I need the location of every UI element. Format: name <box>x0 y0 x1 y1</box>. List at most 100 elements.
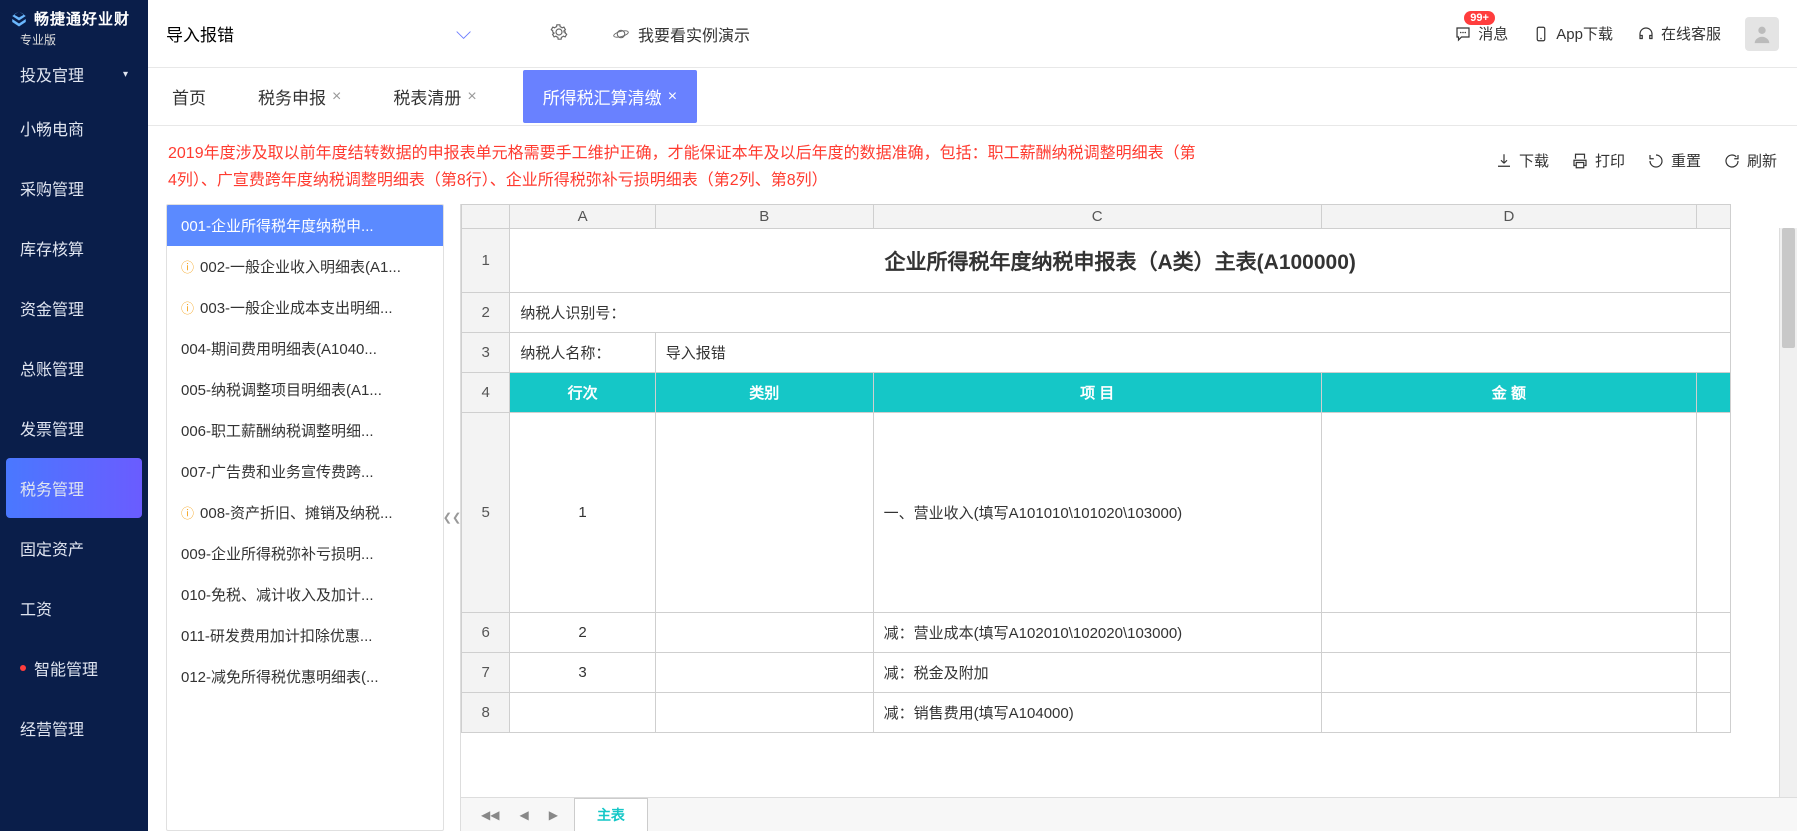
sidebar-item[interactable]: 发票管理 <box>0 398 148 458</box>
cell[interactable] <box>1697 373 1731 413</box>
sheet-nav-prev[interactable]: ◀ <box>509 804 538 826</box>
cell[interactable]: 行次 <box>510 373 655 413</box>
form-list-item[interactable]: 004-期间费用明细表(A1040... <box>167 328 443 369</box>
refresh-button[interactable]: 刷新 <box>1723 150 1777 171</box>
col-header[interactable]: B <box>655 205 873 229</box>
cell[interactable] <box>655 693 873 733</box>
form-list-item[interactable]: 009-企业所得税弥补亏损明... <box>167 533 443 574</box>
sidebar-item[interactable]: 工资 <box>0 578 148 638</box>
form-list-item[interactable]: 007-广告费和业务宣传费跨... <box>167 451 443 492</box>
search-dropdown-icon[interactable]: ⌵ <box>456 22 471 45</box>
row-header[interactable]: 8 <box>462 693 510 733</box>
download-button[interactable]: 下载 <box>1495 150 1549 171</box>
table-row: 3 纳税人名称： 导入报错 <box>462 333 1731 373</box>
cell[interactable] <box>1697 613 1731 653</box>
cell[interactable] <box>655 613 873 653</box>
tab[interactable]: 首页 <box>166 76 212 117</box>
col-header[interactable] <box>1697 205 1731 229</box>
chevron-down-icon: ▾ <box>123 69 128 80</box>
tabs-bar: 首页税务申报× 税表清册× 所得税汇算清缴× <box>148 68 1797 126</box>
cell[interactable] <box>1321 413 1696 613</box>
col-header[interactable]: C <box>873 205 1321 229</box>
corner-cell[interactable] <box>462 205 510 229</box>
cell[interactable]: 减：税金及附加 <box>873 653 1321 693</box>
cell[interactable]: 1 <box>510 413 655 613</box>
row-header[interactable]: 4 <box>462 373 510 413</box>
cell[interactable] <box>655 653 873 693</box>
form-item-label: 012-减免所得税优惠明细表(... <box>181 666 379 687</box>
messages-button[interactable]: 99+ 消息 <box>1454 23 1508 44</box>
cell[interactable]: 金 额 <box>1321 373 1696 413</box>
form-list-item[interactable]: 005-纳税调整项目明细表(A1... <box>167 369 443 410</box>
tab[interactable]: 税表清册× <box>387 76 482 117</box>
sheet-grid[interactable]: A B C D 1 企业所得税年度纳税申报表（A类）主表(A100000) 2 <box>461 204 1797 797</box>
sidebar-item[interactable]: 投及官理▾ <box>0 56 148 98</box>
form-list-item[interactable]: ⓘ008-资产折旧、摊销及纳税... <box>167 492 443 533</box>
row-header[interactable]: 1 <box>462 229 510 293</box>
form-list-item[interactable]: 010-免税、减计收入及加计... <box>167 574 443 615</box>
cell[interactable]: 项 目 <box>873 373 1321 413</box>
cell[interactable]: 减：销售费用(填写A104000) <box>873 693 1321 733</box>
app-download-button[interactable]: App下载 <box>1532 23 1613 44</box>
sheet-tab[interactable]: 主表 <box>574 798 648 831</box>
search-input[interactable] <box>166 24 446 44</box>
sidebar-item[interactable]: 总账管理 <box>0 338 148 398</box>
form-list-item[interactable]: 012-减免所得税优惠明细表(... <box>167 656 443 697</box>
cell[interactable]: 类别 <box>655 373 873 413</box>
sidebar-item[interactable]: 资金管理 <box>0 278 148 338</box>
sidebar-item[interactable]: 经营管理 <box>0 698 148 758</box>
cell[interactable] <box>1321 653 1696 693</box>
cell[interactable]: 导入报错 <box>655 333 1730 373</box>
row-header[interactable]: 5 <box>462 413 510 613</box>
sheet-nav-first[interactable]: ◀◀ <box>471 804 509 826</box>
sidebar-item[interactable]: 小畅电商 <box>0 98 148 158</box>
vertical-scrollbar[interactable] <box>1779 228 1797 797</box>
sheet-title[interactable]: 企业所得税年度纳税申报表（A类）主表(A100000) <box>510 229 1731 293</box>
col-header[interactable]: D <box>1321 205 1696 229</box>
tab[interactable]: 所得税汇算清缴× <box>523 70 697 123</box>
cell[interactable]: 纳税人名称： <box>510 333 655 373</box>
row-header[interactable]: 2 <box>462 293 510 333</box>
notice-text: 2019年度涉及取以前年度结转数据的申报表单元格需要手工维护正确，才能保证本年及… <box>168 140 1198 194</box>
reset-button[interactable]: 重置 <box>1647 150 1701 171</box>
cell[interactable] <box>655 413 873 613</box>
sidebar-item[interactable]: 采购管理 <box>0 158 148 218</box>
close-icon[interactable]: × <box>467 88 476 106</box>
form-list-item[interactable]: ⓘ002-一般企业收入明细表(A1... <box>167 246 443 287</box>
row-header[interactable]: 7 <box>462 653 510 693</box>
form-list-item[interactable]: 001-企业所得税年度纳税申... <box>167 205 443 246</box>
cell[interactable] <box>1321 693 1696 733</box>
sheet-nav-next[interactable]: ▶ <box>539 804 568 826</box>
col-header[interactable]: A <box>510 205 655 229</box>
sidebar-item[interactable]: 固定资产 <box>0 518 148 578</box>
cell[interactable]: 一、营业收入(填写A101010\101020\103000) <box>873 413 1321 613</box>
tab[interactable]: 税务申报× <box>252 76 347 117</box>
cell[interactable]: 纳税人识别号： <box>510 293 1731 333</box>
cell[interactable]: 3 <box>510 653 655 693</box>
form-list-item[interactable]: 006-职工薪酬纳税调整明细... <box>167 410 443 451</box>
sidebar-item[interactable]: 智能管理 <box>0 638 148 698</box>
close-icon[interactable]: × <box>332 88 341 106</box>
form-list-item[interactable]: 011-研发费用加计扣除优惠... <box>167 615 443 656</box>
print-button[interactable]: 打印 <box>1571 150 1625 171</box>
demo-link[interactable]: 我要看实例演示 <box>612 22 750 46</box>
cell[interactable]: 2 <box>510 613 655 653</box>
sidebar-item[interactable]: 库存核算 <box>0 218 148 278</box>
cell[interactable] <box>510 693 655 733</box>
form-list-item[interactable]: ⓘ003-一般企业成本支出明细... <box>167 287 443 328</box>
cell[interactable] <box>1697 653 1731 693</box>
avatar[interactable] <box>1745 17 1779 51</box>
row-header[interactable]: 6 <box>462 613 510 653</box>
support-button[interactable]: 在线客服 <box>1637 23 1721 44</box>
planet-icon <box>612 25 630 43</box>
row-header[interactable]: 3 <box>462 333 510 373</box>
settings-icon[interactable] <box>550 23 568 44</box>
cell[interactable]: 减：营业成本(填写A102010\102020\103000) <box>873 613 1321 653</box>
sidebar-item[interactable]: 税务管理 <box>6 458 142 518</box>
close-icon[interactable]: × <box>668 88 677 106</box>
sidebar-item-label: 采购管理 <box>20 176 84 200</box>
cell[interactable] <box>1697 413 1731 613</box>
cell[interactable] <box>1697 693 1731 733</box>
collapse-handle[interactable]: ❮❮ <box>444 204 460 831</box>
cell[interactable] <box>1321 613 1696 653</box>
